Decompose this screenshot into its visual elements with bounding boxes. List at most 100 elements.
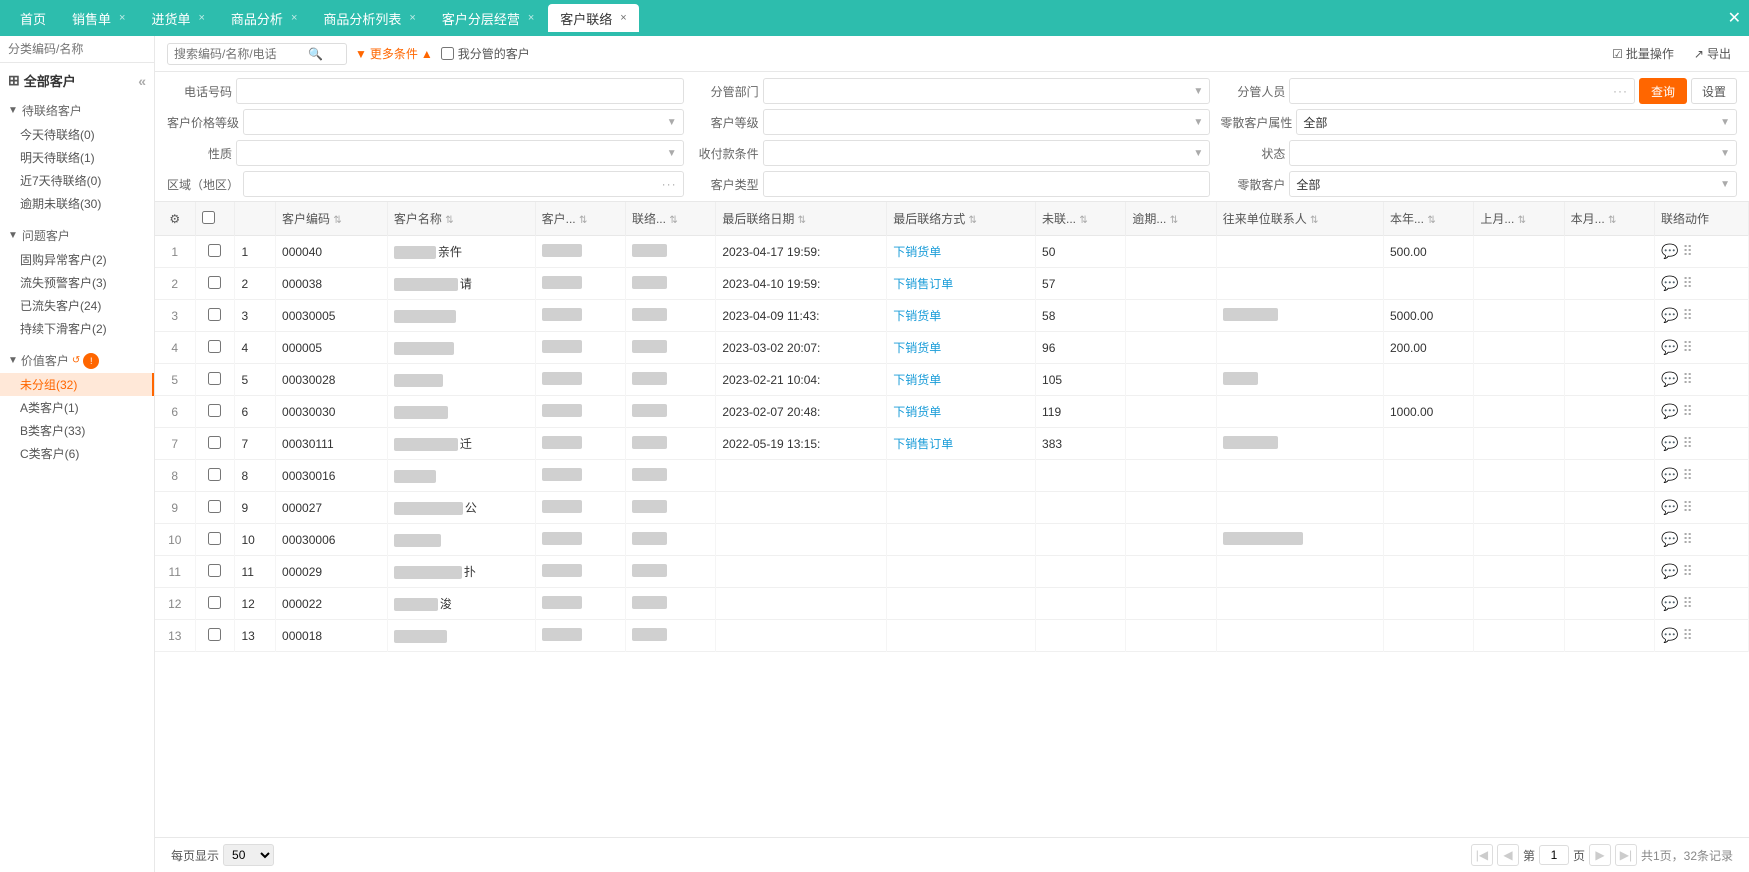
chat-icon[interactable]: 💬 xyxy=(1661,371,1678,388)
more-action-icon[interactable]: ⠿ xyxy=(1682,531,1692,548)
more-action-icon[interactable]: ⠿ xyxy=(1682,499,1692,516)
sidebar-item-churn-risk[interactable]: 流失预警客户(3) xyxy=(0,271,154,294)
chat-icon[interactable]: 💬 xyxy=(1661,627,1678,644)
sidebar-item-lost[interactable]: 已流失客户(24) xyxy=(0,294,154,317)
chat-icon[interactable]: 💬 xyxy=(1661,307,1678,324)
more-action-icon[interactable]: ⠿ xyxy=(1682,627,1692,644)
region-select[interactable]: ··· xyxy=(243,171,684,197)
chat-icon[interactable]: 💬 xyxy=(1661,275,1678,292)
th-last-month[interactable]: 上月... ⇅ xyxy=(1474,202,1564,236)
tab-customer-segment-close[interactable]: × xyxy=(528,12,534,24)
more-action-icon[interactable]: ⠿ xyxy=(1682,403,1692,420)
batch-ops-btn[interactable]: ☑ 批量操作 xyxy=(1606,42,1680,65)
row-last-method[interactable]: 下销货单 xyxy=(887,332,1036,364)
customer-level-select[interactable]: ▼ xyxy=(763,109,1211,135)
dept-select[interactable]: ▼ xyxy=(763,78,1211,104)
row-last-method[interactable] xyxy=(887,588,1036,620)
sidebar-item-grade-b[interactable]: B类客户(33) xyxy=(0,419,154,442)
th-uncontacted[interactable]: 未联... ⇅ xyxy=(1036,202,1126,236)
sidebar-item-abnormal[interactable]: 固购异常客户(2) xyxy=(0,248,154,271)
th-type[interactable]: 客户... ⇅ xyxy=(535,202,625,236)
row-last-method[interactable]: 下销货单 xyxy=(887,236,1036,268)
row-last-method[interactable]: 下销货单 xyxy=(887,396,1036,428)
th-name[interactable]: 客户名称 ⇅ xyxy=(387,202,535,236)
value-customers-header[interactable]: ▼ 价值客户 ↺ ! xyxy=(0,348,154,373)
tab-product-analysis-list[interactable]: 商品分析列表 × xyxy=(311,4,427,32)
sidebar-search-input[interactable] xyxy=(8,42,155,56)
more-action-icon[interactable]: ⠿ xyxy=(1682,307,1692,324)
sidebar-item-tomorrow[interactable]: 明天待联络(1) xyxy=(0,146,154,169)
problem-customers-header[interactable]: ▼ 问题客户 xyxy=(0,223,154,248)
chat-icon[interactable]: 💬 xyxy=(1661,563,1678,580)
row-checkbox[interactable] xyxy=(195,460,235,492)
row-checkbox[interactable] xyxy=(195,364,235,396)
row-last-method[interactable] xyxy=(887,492,1036,524)
search-icon[interactable]: 🔍 xyxy=(308,47,323,61)
customer-type-select[interactable] xyxy=(763,171,1211,197)
select-all-checkbox[interactable] xyxy=(202,211,215,224)
tab-sales[interactable]: 销售单 × xyxy=(60,4,137,32)
row-last-method[interactable] xyxy=(887,524,1036,556)
query-button[interactable]: 查询 xyxy=(1639,78,1687,104)
more-action-icon[interactable]: ⠿ xyxy=(1682,339,1692,356)
chat-icon[interactable]: 💬 xyxy=(1661,435,1678,452)
th-code[interactable]: 客户编码 ⇅ xyxy=(276,202,388,236)
row-checkbox[interactable] xyxy=(195,556,235,588)
more-action-icon[interactable]: ⠿ xyxy=(1682,371,1692,388)
more-action-icon[interactable]: ⠿ xyxy=(1682,243,1692,260)
row-checkbox[interactable] xyxy=(195,620,235,652)
tab-purchase-close[interactable]: × xyxy=(198,12,204,24)
th-last-date[interactable]: 最后联络日期 ⇅ xyxy=(716,202,887,236)
th-overdue[interactable]: 逾期... ⇅ xyxy=(1126,202,1216,236)
row-last-method[interactable] xyxy=(887,620,1036,652)
manager-input[interactable]: ··· xyxy=(1289,78,1635,104)
scattered-customer-select[interactable]: 全部 ▼ xyxy=(1289,171,1737,197)
row-checkbox[interactable] xyxy=(195,236,235,268)
tab-product-analysis-list-close[interactable]: × xyxy=(409,12,415,24)
scattered-attr-select[interactable]: 全部 ▼ xyxy=(1296,109,1737,135)
row-last-method[interactable] xyxy=(887,556,1036,588)
chat-icon[interactable]: 💬 xyxy=(1661,531,1678,548)
row-last-method[interactable]: 下销货单 xyxy=(887,364,1036,396)
pending-contact-header[interactable]: ▼ 待联络客户 xyxy=(0,98,154,123)
reset-button[interactable]: 设置 xyxy=(1691,78,1737,104)
more-conditions-btn[interactable]: ▼ 更多条件 ▲ xyxy=(355,45,433,62)
value-customers-refresh[interactable]: ↺ xyxy=(72,355,80,366)
th-settings[interactable]: ⚙ xyxy=(155,202,195,236)
row-last-method[interactable]: 下销售订单 xyxy=(887,428,1036,460)
payment-select[interactable]: ▼ xyxy=(763,140,1211,166)
sidebar-collapse-btn[interactable]: « xyxy=(138,73,146,89)
my-customers-checkbox[interactable]: 我分管的客户 xyxy=(441,45,530,62)
chat-icon[interactable]: 💬 xyxy=(1661,595,1678,612)
row-checkbox[interactable] xyxy=(195,268,235,300)
row-checkbox[interactable] xyxy=(195,332,235,364)
tab-product-analysis[interactable]: 商品分析 × xyxy=(219,4,309,32)
row-checkbox[interactable] xyxy=(195,524,235,556)
more-action-icon[interactable]: ⠿ xyxy=(1682,595,1692,612)
sidebar-item-declining[interactable]: 持续下滑客户(2) xyxy=(0,317,154,340)
row-last-method[interactable]: 下销货单 xyxy=(887,300,1036,332)
all-customers-header[interactable]: ⊞ 全部客户 « xyxy=(0,63,154,94)
price-level-select[interactable]: ▼ xyxy=(243,109,684,135)
th-checkbox[interactable] xyxy=(195,202,235,236)
th-partner[interactable]: 往来单位联系人 ⇅ xyxy=(1216,202,1383,236)
tab-home[interactable]: 首页 xyxy=(8,4,58,32)
nature-select[interactable]: ▼ xyxy=(236,140,684,166)
tab-product-analysis-close[interactable]: × xyxy=(291,12,297,24)
chat-icon[interactable]: 💬 xyxy=(1661,499,1678,516)
tab-customer-contact[interactable]: 客户联络 × xyxy=(548,4,638,32)
th-this-month[interactable]: 本月... ⇅ xyxy=(1564,202,1654,236)
more-action-icon[interactable]: ⠿ xyxy=(1682,563,1692,580)
phone-input[interactable] xyxy=(236,78,684,104)
status-select[interactable]: ▼ xyxy=(1289,140,1737,166)
row-checkbox[interactable] xyxy=(195,428,235,460)
row-last-method[interactable]: 下销售订单 xyxy=(887,268,1036,300)
sidebar-item-week[interactable]: 近7天待联络(0) xyxy=(0,169,154,192)
chat-icon[interactable]: 💬 xyxy=(1661,403,1678,420)
page-number-input[interactable] xyxy=(1539,845,1569,865)
more-action-icon[interactable]: ⠿ xyxy=(1682,435,1692,452)
export-btn[interactable]: ↗ 导出 xyxy=(1688,42,1737,65)
first-page-btn[interactable]: |◀ xyxy=(1471,844,1493,866)
row-checkbox[interactable] xyxy=(195,588,235,620)
more-action-icon[interactable]: ⠿ xyxy=(1682,275,1692,292)
